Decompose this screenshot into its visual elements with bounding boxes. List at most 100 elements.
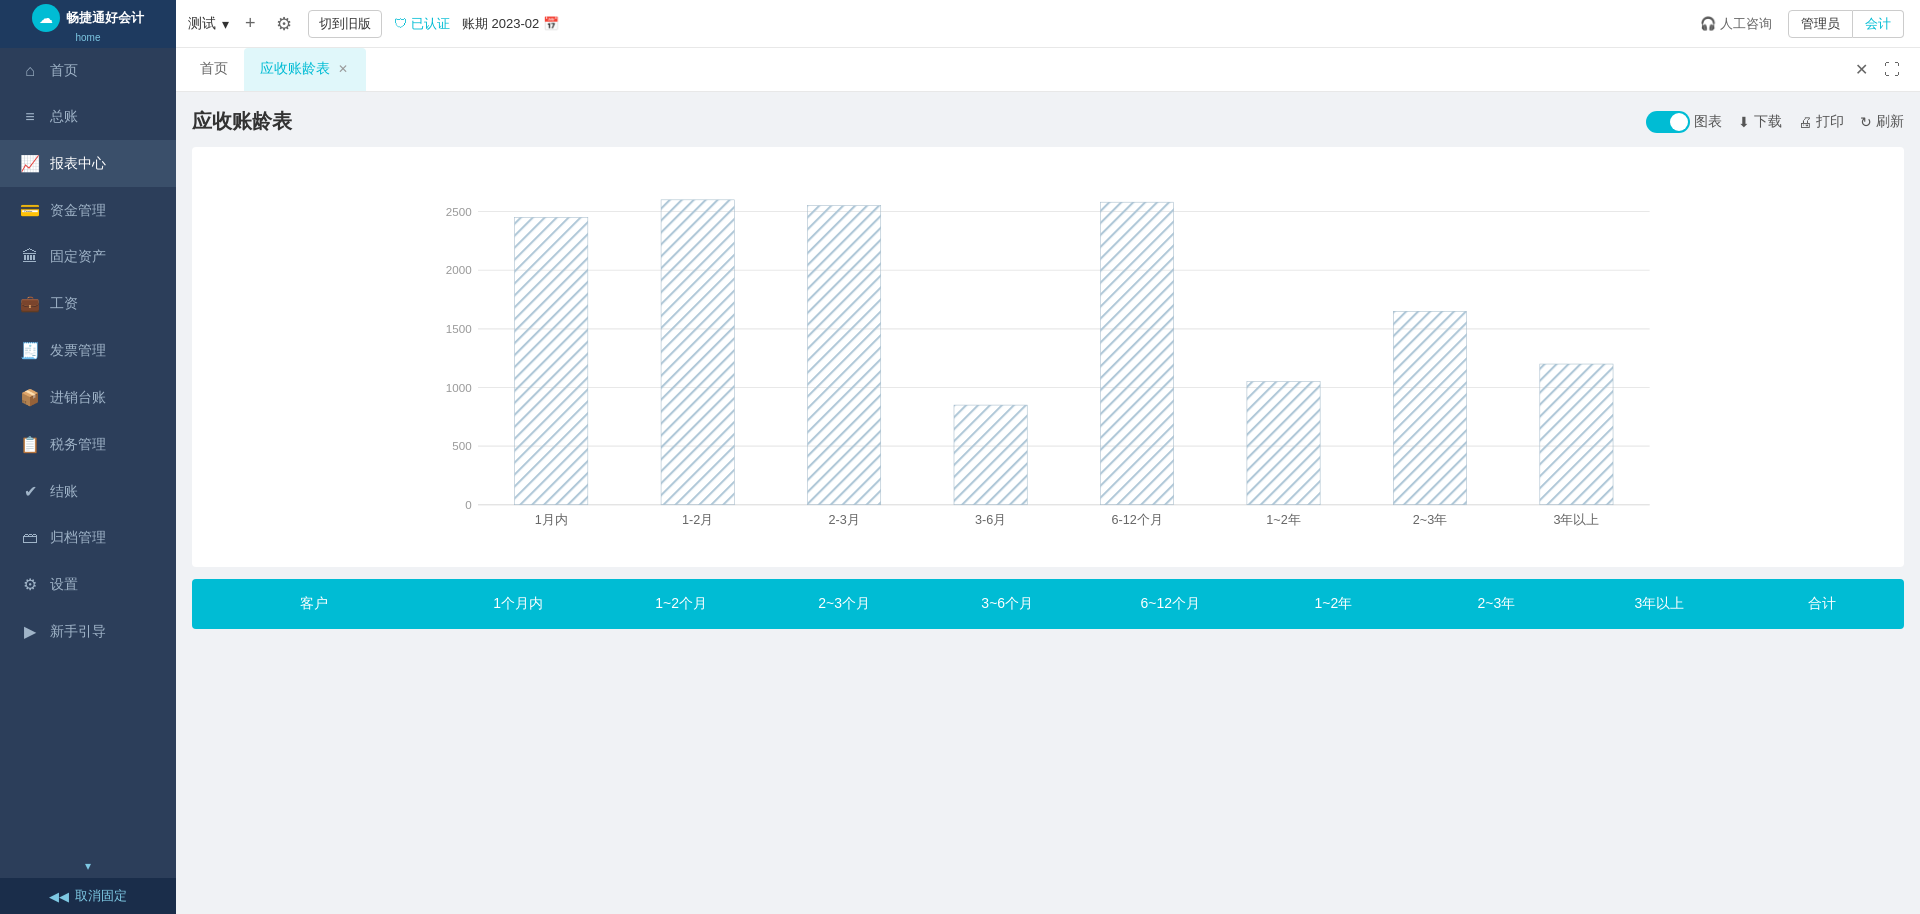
- table-col-9: 合计: [1741, 579, 1904, 629]
- svg-rect-31: [1247, 382, 1320, 505]
- manager-button[interactable]: 管理员: [1788, 10, 1853, 38]
- sidebar-item-report[interactable]: 📈 报表中心: [0, 140, 176, 187]
- expand-button[interactable]: ⛶: [1880, 57, 1904, 83]
- svg-text:1500: 1500: [446, 322, 472, 335]
- page-content: 应收账龄表 图表 ⬇ 下载 🖨 打印: [176, 92, 1920, 914]
- settings-icon: ⚙: [20, 575, 40, 594]
- print-icon: 🖨: [1798, 114, 1812, 130]
- settings-icon[interactable]: ⚙: [272, 9, 296, 39]
- report-header: 应收账龄表 图表 ⬇ 下载 🖨 打印: [192, 108, 1904, 135]
- svg-text:2500: 2500: [446, 205, 472, 218]
- sidebar-item-settle[interactable]: ✔ 结账: [0, 468, 176, 515]
- sidebar-item-invoice[interactable]: 🧾 发票管理: [0, 327, 176, 374]
- sidebar-label-ledger: 总账: [50, 108, 78, 126]
- svg-text:500: 500: [452, 439, 471, 452]
- svg-text:2~3年: 2~3年: [1413, 513, 1447, 527]
- sidebar-item-guide[interactable]: ▶ 新手引导: [0, 608, 176, 655]
- sidebar-item-tax[interactable]: 📋 税务管理: [0, 421, 176, 468]
- tab-aging[interactable]: 应收账龄表 ✕: [244, 48, 366, 91]
- download-icon: ⬇: [1738, 114, 1750, 130]
- svg-text:2000: 2000: [446, 263, 472, 276]
- company-selector[interactable]: 测试 ▾: [188, 15, 229, 33]
- chart-toggle[interactable]: 图表: [1646, 111, 1722, 133]
- tab-close-icon[interactable]: ✕: [336, 60, 350, 78]
- sidebar-label-salary: 工资: [50, 295, 78, 313]
- sidebar-label-asset: 固定资产: [50, 248, 106, 266]
- add-button[interactable]: +: [241, 9, 260, 38]
- unpin-button[interactable]: ◀◀ 取消固定: [0, 878, 176, 914]
- consult-button[interactable]: 🎧 人工咨询: [1700, 15, 1772, 33]
- unpin-icon: ◀◀: [49, 889, 69, 904]
- sidebar-item-settings[interactable]: ⚙ 设置: [0, 561, 176, 608]
- archive-icon: 🗃: [20, 529, 40, 547]
- bar-chart: 050010001500200025001月内1-2月2-3月3-6月6-12个…: [212, 167, 1884, 547]
- sidebar-label-guide: 新手引导: [50, 623, 106, 641]
- sidebar-scroll-down[interactable]: ▾: [0, 854, 176, 878]
- sidebar-label-archive: 归档管理: [50, 529, 106, 547]
- salary-icon: 💼: [20, 294, 40, 313]
- invoice-icon: 🧾: [20, 341, 40, 360]
- table-col-2: 1~2个月: [600, 579, 763, 629]
- svg-text:1000: 1000: [446, 381, 472, 394]
- close-window-button[interactable]: ✕: [1851, 56, 1872, 83]
- table-col-5: 6~12个月: [1089, 579, 1252, 629]
- table-col-7: 2~3年: [1415, 579, 1578, 629]
- table-col-6: 1~2年: [1252, 579, 1415, 629]
- svg-rect-23: [661, 200, 734, 505]
- home-icon: ⌂: [20, 62, 40, 80]
- tab-home[interactable]: 首页: [184, 48, 244, 91]
- sidebar: ⌂ 首页 ≡ 总账 📈 报表中心 💳 资金管理 🏛 固定资产 💼 工资 🧾 发票…: [0, 48, 176, 914]
- purchase-icon: 📦: [20, 388, 40, 407]
- toggle-track[interactable]: [1646, 111, 1690, 133]
- sidebar-label-tax: 税务管理: [50, 436, 106, 454]
- logo-title: 畅捷通好会计: [66, 9, 144, 27]
- sidebar-label-home: 首页: [50, 62, 78, 80]
- sidebar-item-ledger[interactable]: ≡ 总账: [0, 94, 176, 140]
- sidebar-item-archive[interactable]: 🗃 归档管理: [0, 515, 176, 561]
- svg-rect-33: [1393, 311, 1466, 505]
- edition-label: home: [75, 32, 100, 43]
- sidebar-label-settings: 设置: [50, 576, 78, 594]
- calendar-icon[interactable]: 📅: [543, 16, 559, 31]
- chart-toggle-label: 图表: [1694, 113, 1722, 131]
- sidebar-item-asset[interactable]: 🏛 固定资产: [0, 234, 176, 280]
- sidebar-label-settle: 结账: [50, 483, 78, 501]
- svg-text:2-3月: 2-3月: [828, 513, 859, 527]
- table-col-3: 2~3个月: [763, 579, 926, 629]
- svg-text:0: 0: [465, 498, 471, 511]
- download-button[interactable]: ⬇ 下载: [1738, 113, 1782, 131]
- svg-rect-25: [808, 206, 881, 505]
- sidebar-item-purchase[interactable]: 📦 进销台账: [0, 374, 176, 421]
- report-title: 应收账龄表: [192, 108, 292, 135]
- sidebar-item-salary[interactable]: 💼 工资: [0, 280, 176, 327]
- accountant-button[interactable]: 会计: [1853, 10, 1904, 38]
- toggle-thumb: [1670, 113, 1688, 131]
- print-button[interactable]: 🖨 打印: [1798, 113, 1844, 131]
- table-col-0: 客户: [192, 579, 437, 629]
- switch-version-button[interactable]: 切到旧版: [308, 10, 382, 38]
- svg-rect-21: [515, 217, 588, 504]
- svg-text:1月内: 1月内: [535, 513, 568, 527]
- ledger-icon: ≡: [20, 108, 40, 126]
- main-layout: ⌂ 首页 ≡ 总账 📈 报表中心 💳 资金管理 🏛 固定资产 💼 工资 🧾 发票…: [0, 48, 1920, 914]
- chart-container: 050010001500200025001月内1-2月2-3月3-6月6-12个…: [192, 147, 1904, 567]
- refresh-icon: ↻: [1860, 114, 1872, 130]
- svg-text:6-12个月: 6-12个月: [1111, 513, 1162, 527]
- svg-text:3年以上: 3年以上: [1553, 513, 1599, 527]
- guide-icon: ▶: [20, 622, 40, 641]
- svg-rect-29: [1100, 202, 1173, 505]
- refresh-button[interactable]: ↻ 刷新: [1860, 113, 1904, 131]
- dropdown-icon: ▾: [222, 16, 229, 32]
- tax-icon: 📋: [20, 435, 40, 454]
- sidebar-item-fund[interactable]: 💳 资金管理: [0, 187, 176, 234]
- svg-text:1-2月: 1-2月: [682, 513, 713, 527]
- settle-icon: ✔: [20, 482, 40, 501]
- user-buttons: 管理员 会计: [1788, 10, 1904, 38]
- tab-right-controls: ✕ ⛶: [1843, 48, 1912, 91]
- asset-icon: 🏛: [20, 248, 40, 266]
- table-col-1: 1个月内: [437, 579, 600, 629]
- report-icon: 📈: [20, 154, 40, 173]
- sidebar-item-home[interactable]: ⌂ 首页: [0, 48, 176, 94]
- report-actions: 图表 ⬇ 下载 🖨 打印 ↻ 刷新: [1646, 111, 1904, 133]
- headset-icon: 🎧: [1700, 16, 1716, 31]
